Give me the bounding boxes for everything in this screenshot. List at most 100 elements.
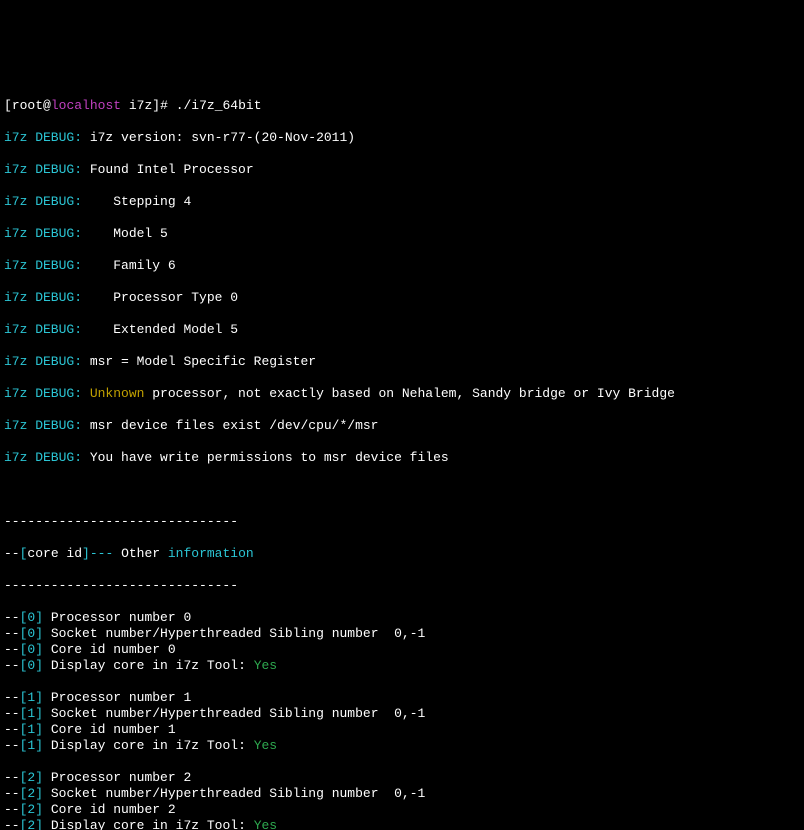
- core-text: Display core in i7z Tool:: [51, 818, 254, 830]
- core-text: Processor number 0: [51, 610, 191, 625]
- bracket-close: ]: [35, 802, 51, 817]
- core-id-line: --[1] Core id number 1: [4, 722, 800, 738]
- prompt-user: root: [12, 98, 43, 113]
- debug-line: i7z DEBUG: msr = Model Specific Register: [4, 354, 800, 370]
- bracket-close: ]: [35, 786, 51, 801]
- header-bracket: ]: [82, 546, 90, 561]
- prompt-line[interactable]: [root@localhost i7z]# ./i7z_64bit: [4, 98, 800, 114]
- core-dash: --: [4, 722, 20, 737]
- prompt-open: [: [4, 98, 12, 113]
- core-id-line: --[0] Core id number 0: [4, 642, 800, 658]
- prompt-close: ]#: [152, 98, 175, 113]
- core-yes: Yes: [254, 738, 277, 753]
- core-dash: --: [4, 706, 20, 721]
- debug-prefix: i7z DEBUG:: [4, 386, 90, 401]
- core-socket-line: --[2] Socket number/Hyperthreaded Siblin…: [4, 786, 800, 802]
- core-dash: --: [4, 802, 20, 817]
- core-display-line: --[2] Display core in i7z Tool: Yes: [4, 818, 800, 830]
- prompt-host: localhost: [51, 98, 121, 113]
- bracket-close: ]: [35, 626, 51, 641]
- command-text: ./i7z_64bit: [176, 98, 262, 113]
- header-info: information: [168, 546, 254, 561]
- core-text: Socket number/Hyperthreaded Sibling numb…: [51, 786, 425, 801]
- debug-prefix: i7z DEBUG:: [4, 290, 90, 305]
- debug-text: Processor Type 0: [90, 290, 238, 305]
- core-id-line: --[2] Core id number 2: [4, 802, 800, 818]
- bracket-close: ]: [35, 610, 51, 625]
- core-text: Core id number 2: [51, 802, 176, 817]
- core-text: Display core in i7z Tool:: [51, 738, 254, 753]
- core-socket-line: --[0] Socket number/Hyperthreaded Siblin…: [4, 626, 800, 642]
- bracket-close: ]: [35, 658, 51, 673]
- bracket-close: ]: [35, 818, 51, 830]
- core-dash: --: [4, 786, 20, 801]
- core-display-line: --[0] Display core in i7z Tool: Yes: [4, 658, 800, 674]
- debug-line: i7z DEBUG: Found Intel Processor: [4, 162, 800, 178]
- prompt-cwd: i7z: [121, 98, 152, 113]
- debug-line: i7z DEBUG: msr device files exist /dev/c…: [4, 418, 800, 434]
- debug-line: i7z DEBUG: Unknown processor, not exactl…: [4, 386, 800, 402]
- debug-prefix: i7z DEBUG:: [4, 322, 90, 337]
- bracket-close: ]: [35, 770, 51, 785]
- debug-text: i7z version: svn-r77-(20-Nov-2011): [90, 130, 355, 145]
- core-index: 2: [27, 818, 35, 830]
- debug-prefix: i7z DEBUG:: [4, 162, 90, 177]
- core-socket-line: --[1] Socket number/Hyperthreaded Siblin…: [4, 706, 800, 722]
- core-dash: --: [4, 738, 20, 753]
- debug-text: msr device files exist /dev/cpu/*/msr: [90, 418, 379, 433]
- core-text: Core id number 1: [51, 722, 176, 737]
- unknown-word: Unknown: [90, 386, 145, 401]
- bracket-open: [: [20, 818, 28, 830]
- core-text: Core id number 0: [51, 642, 176, 657]
- core-dash: --: [4, 626, 20, 641]
- blank-line: [4, 482, 800, 498]
- debug-prefix: i7z DEBUG:: [4, 418, 90, 433]
- debug-line: i7z DEBUG: Extended Model 5: [4, 322, 800, 338]
- core-text: Processor number 2: [51, 770, 191, 785]
- divider: ------------------------------: [4, 578, 800, 594]
- debug-line: i7z DEBUG: Processor Type 0: [4, 290, 800, 306]
- core-blocks: --[0] Processor number 0--[0] Socket num…: [4, 610, 800, 830]
- debug-prefix: i7z DEBUG:: [4, 450, 90, 465]
- core-text: Display core in i7z Tool:: [51, 658, 254, 673]
- header-text: core id: [27, 546, 82, 561]
- core-text: Socket number/Hyperthreaded Sibling numb…: [51, 626, 425, 641]
- bracket-close: ]: [35, 738, 51, 753]
- debug-line: i7z DEBUG: Stepping 4: [4, 194, 800, 210]
- debug-line: i7z DEBUG: Family 6: [4, 258, 800, 274]
- debug-line: i7z DEBUG: You have write permissions to…: [4, 450, 800, 466]
- core-dash: --: [4, 610, 20, 625]
- debug-text: You have write permissions to msr device…: [90, 450, 449, 465]
- header-dashes: ---: [90, 546, 121, 561]
- bracket-close: ]: [35, 642, 51, 657]
- core-display-line: --[1] Display core in i7z Tool: Yes: [4, 738, 800, 754]
- blank-line: [4, 754, 800, 770]
- header-dashes: --: [4, 546, 20, 561]
- debug-prefix: i7z DEBUG:: [4, 258, 90, 273]
- debug-text: msr = Model Specific Register: [90, 354, 316, 369]
- core-proc-line: --[2] Processor number 2: [4, 770, 800, 786]
- debug-line: i7z DEBUG: Model 5: [4, 226, 800, 242]
- debug-line: i7z DEBUG: i7z version: svn-r77-(20-Nov-…: [4, 130, 800, 146]
- core-text: Processor number 1: [51, 690, 191, 705]
- divider: ------------------------------: [4, 514, 800, 530]
- debug-text: Extended Model 5: [90, 322, 238, 337]
- core-proc-line: --[0] Processor number 0: [4, 610, 800, 626]
- section-header: --[core id]--- Other information: [4, 546, 800, 562]
- core-proc-line: --[1] Processor number 1: [4, 690, 800, 706]
- prompt-at: @: [43, 98, 51, 113]
- core-yes: Yes: [254, 818, 277, 830]
- core-yes: Yes: [254, 658, 277, 673]
- core-dash: --: [4, 690, 20, 705]
- bracket-close: ]: [35, 706, 51, 721]
- blank-line: [4, 674, 800, 690]
- debug-text: processor, not exactly based on Nehalem,…: [144, 386, 675, 401]
- debug-text: Found Intel Processor: [90, 162, 254, 177]
- bracket-close: ]: [35, 690, 51, 705]
- debug-text: Model 5: [90, 226, 168, 241]
- debug-prefix: i7z DEBUG:: [4, 226, 90, 241]
- debug-prefix: i7z DEBUG:: [4, 130, 90, 145]
- core-text: Socket number/Hyperthreaded Sibling numb…: [51, 706, 425, 721]
- terminal-output: [root@localhost i7z]# ./i7z_64bit i7z DE…: [0, 80, 804, 830]
- core-dash: --: [4, 818, 20, 830]
